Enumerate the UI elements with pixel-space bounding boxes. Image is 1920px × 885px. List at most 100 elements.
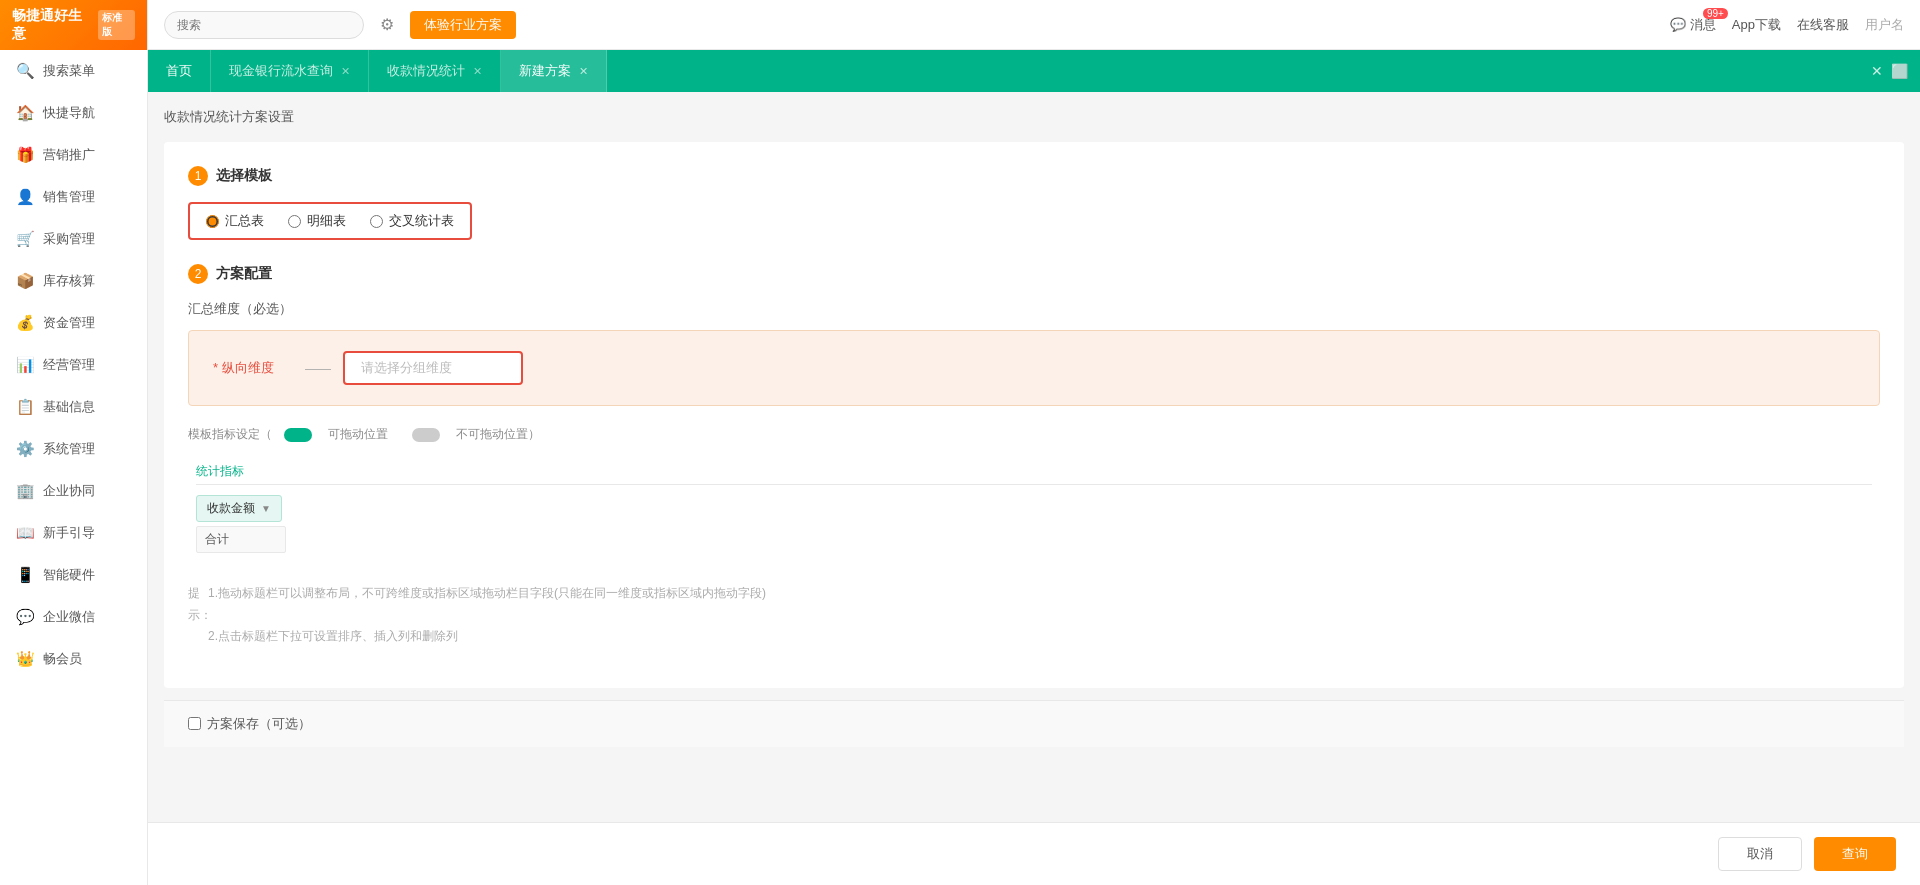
clipboard-icon: 📋 bbox=[16, 398, 35, 416]
search-menu-icon: 🔍 bbox=[16, 62, 35, 80]
tab-collection-stats-close[interactable]: ✕ bbox=[473, 65, 482, 78]
phone-icon: 📱 bbox=[16, 566, 35, 584]
tab-bank-flow-close[interactable]: ✕ bbox=[341, 65, 350, 78]
dimension-area: * 纵向维度 —— 请选择分组维度 bbox=[188, 330, 1880, 406]
maximize-icon[interactable]: ⬜ bbox=[1891, 63, 1908, 79]
cancel-button[interactable]: 取消 bbox=[1718, 837, 1802, 871]
industry-btn[interactable]: 体验行业方案 bbox=[410, 11, 516, 39]
sidebar-item-enterprise-wechat[interactable]: 💬 企业微信 bbox=[0, 596, 147, 638]
logo-text: 畅捷通好生意 bbox=[12, 7, 94, 43]
search-input[interactable] bbox=[164, 11, 364, 39]
fixed-toggle bbox=[412, 428, 440, 442]
user-name[interactable]: 用户名 bbox=[1865, 16, 1904, 34]
sidebar-item-label: 销售管理 bbox=[43, 188, 95, 206]
template-radio-group: 汇总表 明细表 交叉统计表 bbox=[188, 202, 472, 240]
sidebar-item-label: 新手引导 bbox=[43, 524, 95, 542]
sidebar-item-system[interactable]: ⚙️ 系统管理 bbox=[0, 428, 147, 470]
chart-icon: 📊 bbox=[16, 356, 35, 374]
message-icon: 💬 bbox=[1670, 17, 1686, 32]
sidebar-item-label: 系统管理 bbox=[43, 440, 95, 458]
box-icon: 📦 bbox=[16, 272, 35, 290]
sidebar-item-smart-hardware[interactable]: 📱 智能硬件 bbox=[0, 554, 147, 596]
form-card: 1 选择模板 汇总表 明细表 交叉统计表 2 bbox=[164, 142, 1904, 688]
query-button[interactable]: 查询 bbox=[1814, 837, 1896, 871]
save-option-label[interactable]: 方案保存（可选） bbox=[188, 715, 311, 733]
radio-detail-label: 明细表 bbox=[307, 212, 346, 230]
header-left: ⚙ 体验行业方案 bbox=[164, 11, 516, 39]
save-option-checkbox[interactable] bbox=[188, 717, 201, 730]
cart-icon: 🛒 bbox=[16, 230, 35, 248]
sidebar-item-label: 畅会员 bbox=[43, 650, 82, 668]
sidebar-item-label: 营销推广 bbox=[43, 146, 95, 164]
radio-summary[interactable]: 汇总表 bbox=[206, 212, 264, 230]
sidebar-item-quick-nav[interactable]: 🏠 快捷导航 bbox=[0, 92, 147, 134]
online-service-link[interactable]: 在线客服 bbox=[1797, 16, 1849, 34]
sidebar-item-marketing[interactable]: 🎁 营销推广 bbox=[0, 134, 147, 176]
gift-icon: 🎁 bbox=[16, 146, 35, 164]
radio-summary-input[interactable] bbox=[206, 215, 219, 228]
step2-num: 2 bbox=[188, 264, 208, 284]
sidebar-item-beginner[interactable]: 📖 新手引导 bbox=[0, 512, 147, 554]
sidebar-item-operation[interactable]: 📊 经营管理 bbox=[0, 344, 147, 386]
step2-title: 方案配置 bbox=[216, 265, 272, 283]
sidebar-item-member[interactable]: 👑 畅会员 bbox=[0, 638, 147, 680]
sidebar-item-sales[interactable]: 👤 销售管理 bbox=[0, 176, 147, 218]
settings-icon[interactable]: ⚙ bbox=[380, 15, 394, 34]
radio-cross[interactable]: 交叉统计表 bbox=[370, 212, 454, 230]
tabs-bar: 首页 现金银行流水查询 ✕ 收款情况统计 ✕ 新建方案 ✕ ✕ ⬜ bbox=[148, 50, 1920, 92]
sidebar-item-basic-info[interactable]: 📋 基础信息 bbox=[0, 386, 147, 428]
page-title: 收款情况统计方案设置 bbox=[164, 108, 1904, 126]
draggable-toggle bbox=[284, 428, 312, 442]
building-icon: 🏢 bbox=[16, 482, 35, 500]
sidebar-item-label: 企业协同 bbox=[43, 482, 95, 500]
metrics-tag-amount-label: 收款金额 bbox=[207, 500, 255, 517]
radio-summary-label: 汇总表 bbox=[225, 212, 264, 230]
metrics-category-label: 统计指标 bbox=[196, 463, 1872, 485]
dimension-select[interactable]: 请选择分组维度 bbox=[343, 351, 523, 385]
sidebar-item-search-menu[interactable]: 🔍 搜索菜单 bbox=[0, 50, 147, 92]
metrics-tag-amount[interactable]: 收款金额 ▼ bbox=[196, 495, 282, 522]
radio-cross-input[interactable] bbox=[370, 215, 383, 228]
step2-section: 2 方案配置 汇总维度（必选） * 纵向维度 —— 请选择分组维度 模板指标设定… bbox=[188, 264, 1880, 648]
footer-actions: 取消 查询 bbox=[148, 822, 1920, 885]
metrics-section: 模板指标设定（ 可拖动位置 不可拖动位置） 统计指标 收款金额 ▼ bbox=[188, 426, 1880, 563]
step1-section: 1 选择模板 汇总表 明细表 交叉统计表 bbox=[188, 166, 1880, 240]
sidebar-item-label: 经营管理 bbox=[43, 356, 95, 374]
sidebar: 畅捷通好生意 标准版 🔍 搜索菜单 🏠 快捷导航 🎁 营销推广 👤 销售管理 🛒… bbox=[0, 0, 148, 885]
dimension-vertical-label: * 纵向维度 bbox=[213, 359, 293, 377]
crown-icon: 👑 bbox=[16, 650, 35, 668]
dimension-title: 汇总维度（必选） bbox=[188, 300, 1880, 318]
sidebar-item-enterprise-coop[interactable]: 🏢 企业协同 bbox=[0, 470, 147, 512]
config-section: 汇总维度（必选） * 纵向维度 —— 请选择分组维度 模板指标设定（ 可拖动位置 bbox=[188, 300, 1880, 648]
book-icon: 📖 bbox=[16, 524, 35, 542]
save-option-text: 方案保存（可选） bbox=[207, 715, 311, 733]
tab-collection-stats-label: 收款情况统计 bbox=[387, 62, 465, 80]
metrics-setting-label: 模板指标设定（ bbox=[188, 426, 272, 443]
message-badge[interactable]: 💬 消息 99+ bbox=[1670, 16, 1716, 34]
tips-item-2: 2.点击标题栏下拉可设置排序、插入列和删除列 bbox=[208, 626, 458, 648]
home-icon: 🏠 bbox=[16, 104, 35, 122]
tab-new-plan-close[interactable]: ✕ bbox=[579, 65, 588, 78]
step1-header: 1 选择模板 bbox=[188, 166, 1880, 186]
close-window-icon[interactable]: ✕ bbox=[1871, 63, 1883, 79]
main-content: 收款情况统计方案设置 1 选择模板 汇总表 明细表 交叉统计表 bbox=[148, 92, 1920, 885]
tab-home[interactable]: 首页 bbox=[148, 50, 211, 92]
metrics-subtag-total: 合计 bbox=[196, 526, 286, 553]
radio-detail-input[interactable] bbox=[288, 215, 301, 228]
tab-bank-flow[interactable]: 现金银行流水查询 ✕ bbox=[211, 50, 369, 92]
sidebar-item-label: 搜索菜单 bbox=[43, 62, 95, 80]
sidebar-item-inventory[interactable]: 📦 库存核算 bbox=[0, 260, 147, 302]
sidebar-item-purchase[interactable]: 🛒 采购管理 bbox=[0, 218, 147, 260]
metrics-container: 统计指标 收款金额 ▼ 合计 bbox=[188, 455, 1880, 563]
step1-num: 1 bbox=[188, 166, 208, 186]
tab-collection-stats[interactable]: 收款情况统计 ✕ bbox=[369, 50, 501, 92]
tips-section: 提示： 1.拖动标题栏可以调整布局，不可跨维度或指标区域拖动栏目字段(只能在同一… bbox=[188, 583, 1880, 648]
sidebar-item-finance[interactable]: 💰 资金管理 bbox=[0, 302, 147, 344]
tab-new-plan[interactable]: 新建方案 ✕ bbox=[501, 50, 607, 92]
step2-header: 2 方案配置 bbox=[188, 264, 1880, 284]
radio-detail[interactable]: 明细表 bbox=[288, 212, 346, 230]
tips-item-1: 1.拖动标题栏可以调整布局，不可跨维度或指标区域拖动栏目字段(只能在同一维度或指… bbox=[208, 583, 766, 626]
sidebar-item-label: 库存核算 bbox=[43, 272, 95, 290]
app-download-link[interactable]: App下载 bbox=[1732, 16, 1781, 34]
chevron-down-icon: ▼ bbox=[261, 503, 271, 514]
